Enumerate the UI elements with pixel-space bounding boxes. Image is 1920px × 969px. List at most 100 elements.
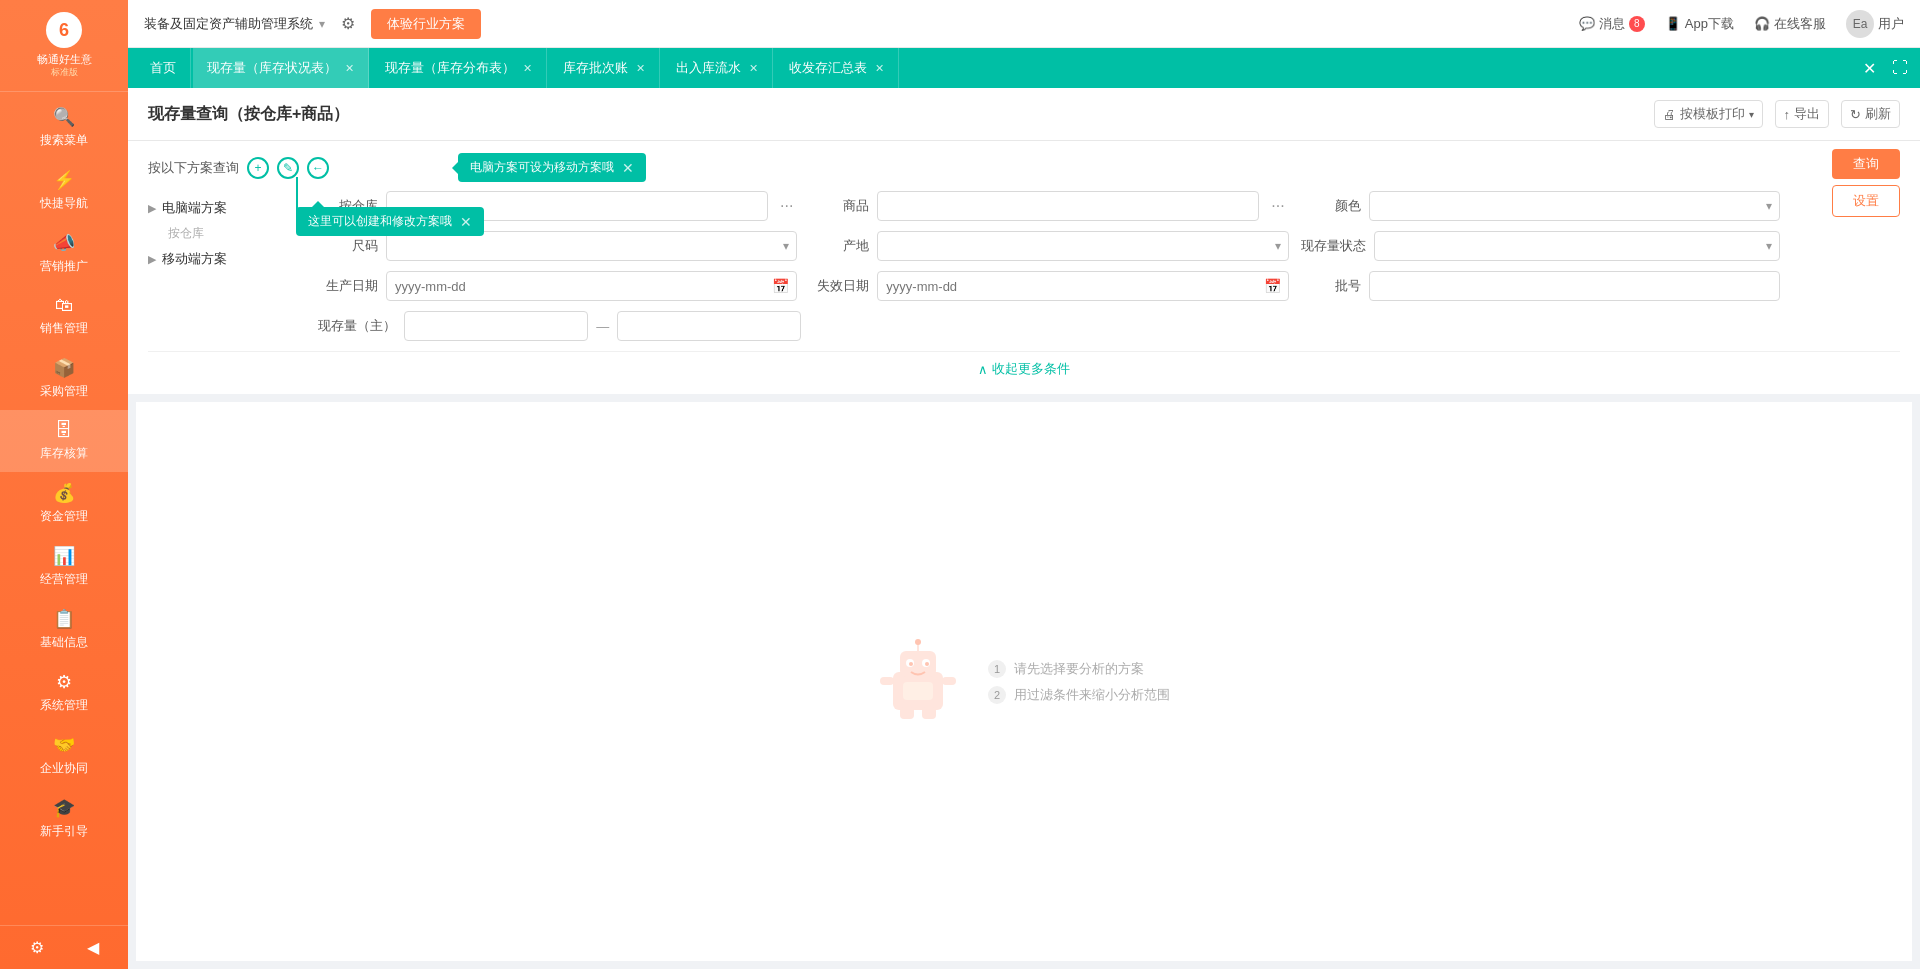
goods-input-wrap bbox=[877, 191, 1259, 221]
size-label: 尺码 bbox=[318, 237, 378, 255]
sidebar-item-sales[interactable]: 🛍 销售管理 bbox=[0, 285, 128, 347]
stock-main-field: 现存量（主） — bbox=[318, 311, 801, 341]
tab-home-label: 首页 bbox=[150, 59, 176, 77]
enterprise-icon: 🤝 bbox=[53, 734, 75, 756]
system-name-chevron[interactable]: ▾ bbox=[319, 17, 325, 31]
add-scheme-button[interactable]: + bbox=[247, 157, 269, 179]
sidebar-item-marketing[interactable]: 📣 营销推广 bbox=[0, 222, 128, 285]
sidebar-item-finance[interactable]: 💰 资金管理 bbox=[0, 472, 128, 535]
tab-home[interactable]: 首页 bbox=[136, 48, 191, 88]
sidebar-item-label: 销售管理 bbox=[40, 320, 88, 337]
svg-rect-8 bbox=[880, 677, 894, 685]
empty-hint-2: 2 用过滤条件来缩小分析范围 bbox=[988, 686, 1170, 704]
phone-icon: 📱 bbox=[1665, 16, 1681, 31]
page-header: 现存量查询（按仓库+商品） 🖨 按模板打印 ▾ ↑ 导出 ↻ 刷新 bbox=[128, 88, 1920, 141]
warehouse-dots[interactable]: ··· bbox=[776, 197, 797, 215]
tab-inventory-status-label: 现存量（库存状况表） bbox=[207, 59, 337, 77]
tab-inout-flow-close[interactable]: ✕ bbox=[749, 62, 758, 75]
stock-min-input[interactable] bbox=[404, 311, 588, 341]
empty-state: 1 请先选择要分析的方案 2 用过滤条件来缩小分析范围 bbox=[136, 402, 1912, 961]
tab-inventory-status[interactable]: 现存量（库存状况表） ✕ bbox=[193, 48, 369, 88]
topbar-settings-icon[interactable]: ⚙ bbox=[341, 14, 355, 33]
sidebar-item-basic[interactable]: 📋 基础信息 bbox=[0, 598, 128, 661]
empty-hints: 1 请先选择要分析的方案 2 用过滤条件来缩小分析范围 bbox=[988, 660, 1170, 704]
query-button[interactable]: 查询 bbox=[1832, 149, 1900, 179]
tab-fullscreen-icon[interactable]: ⛶ bbox=[1888, 55, 1912, 81]
arrow-scheme-button[interactable]: ← bbox=[307, 157, 329, 179]
sidebar-item-operation[interactable]: 📊 经营管理 bbox=[0, 535, 128, 598]
sidebar-item-label: 库存核算 bbox=[40, 445, 88, 462]
scheme-pc-item[interactable]: ▶ 电脑端方案 bbox=[148, 195, 318, 221]
sidebar-item-inventory[interactable]: 🗄 库存核算 bbox=[0, 410, 128, 472]
sidebar-logo: 6 畅通好生意 标准版 bbox=[0, 0, 128, 92]
purchase-icon: 📦 bbox=[53, 357, 75, 379]
hint-num-2: 2 bbox=[988, 686, 1006, 704]
collapse-up-icon: ∧ bbox=[978, 362, 988, 377]
message-icon: 💬 bbox=[1579, 16, 1595, 31]
svg-rect-9 bbox=[942, 677, 956, 685]
color-select[interactable] bbox=[1369, 191, 1780, 221]
goods-dots[interactable]: ··· bbox=[1267, 197, 1288, 215]
message-badge: 8 bbox=[1629, 16, 1645, 32]
svg-point-5 bbox=[925, 662, 929, 666]
sidebar-item-purchase[interactable]: 📦 采购管理 bbox=[0, 347, 128, 410]
tooltip-create-text: 这里可以创建和修改方案哦 bbox=[308, 213, 452, 230]
mfg-date-input[interactable] bbox=[386, 271, 797, 301]
batch-input[interactable] bbox=[1369, 271, 1780, 301]
chevron-down-icon: ▾ bbox=[1749, 109, 1754, 120]
sidebar-item-label: 基础信息 bbox=[40, 634, 88, 651]
sidebar-item-enterprise[interactable]: 🤝 企业协同 bbox=[0, 724, 128, 787]
sidebar-item-system[interactable]: ⚙ 系统管理 bbox=[0, 661, 128, 724]
sidebar-bottom: ⚙ ◀ bbox=[0, 925, 128, 969]
tab-batch-account-label: 库存批次账 bbox=[563, 59, 628, 77]
exp-date-calendar-icon[interactable]: 📅 bbox=[1264, 278, 1281, 294]
sales-icon: 🛍 bbox=[55, 295, 73, 316]
user-area[interactable]: Ea 用户 bbox=[1846, 10, 1904, 38]
range-separator: — bbox=[596, 319, 609, 334]
inventory-status-label: 现存量状态 bbox=[1301, 237, 1366, 255]
scheme-mobile-item[interactable]: ▶ 移动端方案 bbox=[148, 246, 318, 272]
goods-field: 商品 ··· bbox=[809, 191, 1288, 221]
tab-inventory-status-close[interactable]: ✕ bbox=[345, 62, 354, 75]
edit-scheme-button[interactable]: ✎ bbox=[277, 157, 299, 179]
settings-bottom-icon[interactable]: ⚙ bbox=[30, 938, 44, 957]
message-button[interactable]: 💬 消息 8 bbox=[1579, 15, 1645, 33]
online-support-button[interactable]: 🎧 在线客服 bbox=[1754, 15, 1826, 33]
tab-inventory-dist-close[interactable]: ✕ bbox=[523, 62, 532, 75]
app-download-button[interactable]: 📱 App下载 bbox=[1665, 15, 1734, 33]
tooltip-create-close[interactable]: ✕ bbox=[460, 214, 472, 230]
headphone-icon: 🎧 bbox=[1754, 16, 1770, 31]
tab-receive-summary-close[interactable]: ✕ bbox=[875, 62, 884, 75]
tab-receive-summary[interactable]: 收发存汇总表 ✕ bbox=[775, 48, 899, 88]
sidebar-item-guide[interactable]: 🎓 新手引导 bbox=[0, 787, 128, 850]
mfg-date-calendar-icon[interactable]: 📅 bbox=[772, 278, 789, 294]
system-name-text: 装备及固定资产辅助管理系统 bbox=[144, 15, 313, 33]
exp-date-input[interactable] bbox=[877, 271, 1288, 301]
origin-select[interactable] bbox=[877, 231, 1288, 261]
export-button[interactable]: ↑ 导出 bbox=[1775, 100, 1830, 128]
template-print-button[interactable]: 🖨 按模板打印 ▾ bbox=[1654, 100, 1763, 128]
message-label: 消息 bbox=[1599, 15, 1625, 33]
empty-hint-1: 1 请先选择要分析的方案 bbox=[988, 660, 1170, 678]
goods-input[interactable] bbox=[877, 191, 1259, 221]
sidebar-item-label: 营销推广 bbox=[40, 258, 88, 275]
tab-batch-account-close[interactable]: ✕ bbox=[636, 62, 645, 75]
print-icon: 🖨 bbox=[1663, 107, 1676, 122]
inventory-status-select[interactable] bbox=[1374, 231, 1780, 261]
tab-inventory-dist[interactable]: 现存量（库存分布表） ✕ bbox=[371, 48, 547, 88]
marketing-icon: 📣 bbox=[53, 232, 75, 254]
sidebar-item-navigate[interactable]: ⚡ 快捷导航 bbox=[0, 159, 128, 222]
tab-close-all-icon[interactable]: ✕ bbox=[1859, 55, 1880, 82]
search-fields-area: 按仓库 ··· 商品 ··· bbox=[318, 191, 1900, 351]
mfg-date-label: 生产日期 bbox=[318, 277, 378, 295]
origin-label: 产地 bbox=[809, 237, 869, 255]
refresh-button[interactable]: ↻ 刷新 bbox=[1841, 100, 1900, 128]
tab-inout-flow[interactable]: 出入库流水 ✕ bbox=[662, 48, 773, 88]
trial-button[interactable]: 体验行业方案 bbox=[371, 9, 481, 39]
collapse-sidebar-icon[interactable]: ◀ bbox=[87, 938, 99, 957]
tooltip-pc-close[interactable]: ✕ bbox=[622, 160, 634, 176]
sidebar-item-search[interactable]: 🔍 搜索菜单 bbox=[0, 96, 128, 159]
tab-batch-account[interactable]: 库存批次账 ✕ bbox=[549, 48, 660, 88]
stock-max-input[interactable] bbox=[617, 311, 801, 341]
collapse-bar[interactable]: ∧ 收起更多条件 bbox=[148, 351, 1900, 386]
